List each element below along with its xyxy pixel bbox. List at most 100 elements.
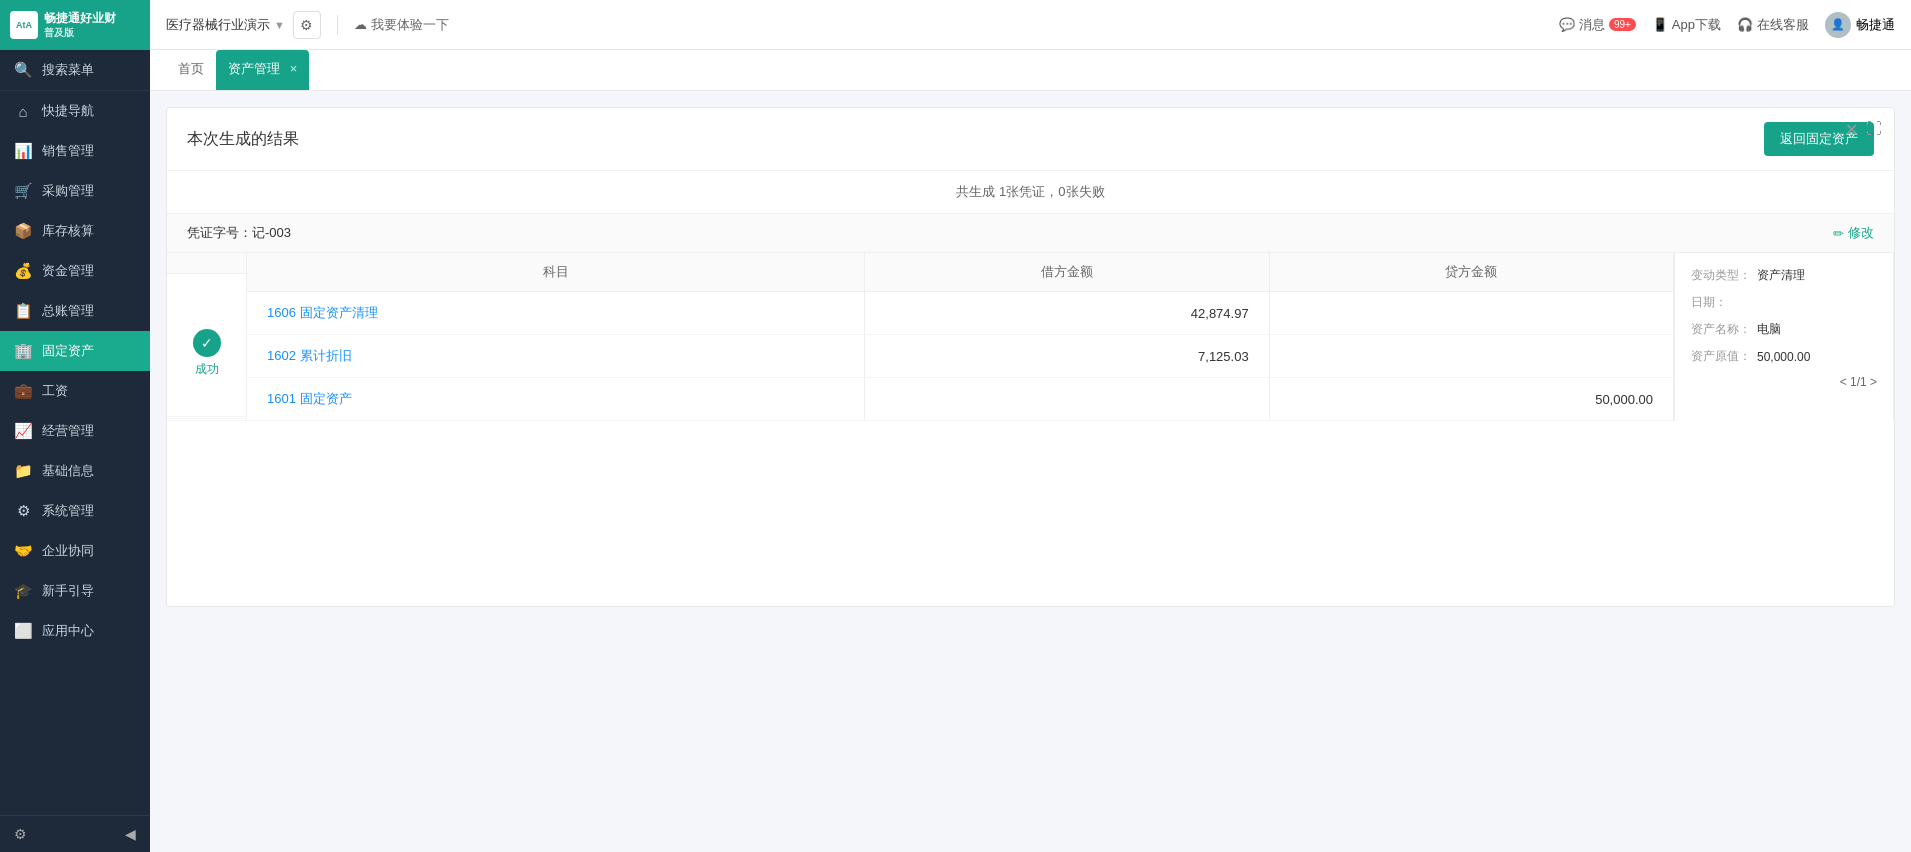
table-row: 1602 累计折旧 7,125.03	[247, 335, 1674, 378]
row3-credit: 50,000.00	[1269, 378, 1673, 421]
panel-controls: ✕ ⛶	[1845, 120, 1882, 139]
sidebar-item-label: 固定资产	[42, 342, 94, 360]
sidebar-item-purchase[interactable]: 🛒 采购管理	[0, 171, 150, 211]
sidebar-item-label: 销售管理	[42, 142, 94, 160]
ledger-icon: 📋	[14, 302, 32, 320]
edit-button[interactable]: ✏ 修改	[1833, 224, 1874, 242]
sidebar-item-inventory[interactable]: 📦 库存核算	[0, 211, 150, 251]
sidebar-item-search[interactable]: 🔍 搜索菜单	[0, 50, 150, 91]
row2-subject: 1602 累计折旧	[247, 335, 865, 378]
col-debit: 借方金额	[865, 253, 1269, 292]
table-header-row: 科目 借方金额 贷方金额	[247, 253, 1674, 292]
purchase-icon: 🛒	[14, 182, 32, 200]
table-row: 1601 固定资产 50,000.00	[247, 378, 1674, 421]
sidebar-item-quicknav[interactable]: ⌂ 快捷导航	[0, 91, 150, 131]
sidebar-item-label: 工资	[42, 382, 68, 400]
company-selector[interactable]: 医疗器械行业演示 ▼	[166, 16, 285, 34]
sidebar-item-fixed-assets[interactable]: 🏢 固定资产	[0, 331, 150, 371]
app-download-button[interactable]: 📱 App下载	[1652, 16, 1721, 34]
status-empty-2	[167, 419, 247, 421]
message-badge: 99+	[1609, 18, 1636, 31]
tab-home[interactable]: 首页	[166, 50, 216, 90]
sidebar-item-operations[interactable]: 📈 经营管理	[0, 411, 150, 451]
row1-debit: 42,874.97	[865, 292, 1269, 335]
basic-info-icon: 📁	[14, 462, 32, 480]
voucher-block: 凭证字号：记-003 ✏ 修改	[167, 214, 1894, 421]
sidebar-item-guide[interactable]: 🎓 新手引导	[0, 571, 150, 611]
sidebar-item-basic-info[interactable]: 📁 基础信息	[0, 451, 150, 491]
collapse-icon[interactable]: ◀	[125, 826, 136, 842]
sidebar-item-system[interactable]: ⚙ 系统管理	[0, 491, 150, 531]
row2-debit: 7,125.03	[865, 335, 1269, 378]
close-panel-icon[interactable]: ✕	[1845, 120, 1858, 139]
search-icon: 🔍	[14, 61, 32, 79]
app-edition: 普及版	[44, 26, 116, 39]
change-type-label: 变动类型：	[1691, 267, 1751, 284]
row3-subject: 1601 固定资产	[247, 378, 865, 421]
side-info-panel: 变动类型： 资产清理 日期： 资产名称： 电脑 资产原值：	[1674, 253, 1894, 421]
message-icon: 💬	[1559, 17, 1575, 32]
tab-asset-management[interactable]: 资产管理 ×	[216, 50, 309, 90]
sidebar-item-salary[interactable]: 💼 工资	[0, 371, 150, 411]
sidebar-item-label: 系统管理	[42, 502, 94, 520]
tab-asset-label: 资产管理	[228, 61, 280, 76]
result-panel: ✕ ⛶ 本次生成的结果 返回固定资产 共生成 1张凭证，0张失败 凭证字号：记-…	[166, 107, 1895, 607]
download-icon: 📱	[1652, 17, 1668, 32]
sidebar-item-sales[interactable]: 📊 销售管理	[0, 131, 150, 171]
customer-service-label: 在线客服	[1757, 16, 1809, 34]
row1-subject: 1606 固定资产清理	[247, 292, 865, 335]
settings-button[interactable]: ⚙	[293, 11, 321, 39]
customer-service-button[interactable]: 🎧 在线客服	[1737, 16, 1809, 34]
sidebar-item-label: 应用中心	[42, 622, 94, 640]
status-col-header	[167, 253, 247, 274]
sidebar-item-label: 经营管理	[42, 422, 94, 440]
user-menu[interactable]: 👤 畅捷通	[1825, 12, 1895, 38]
tab-close-icon[interactable]: ×	[290, 61, 298, 76]
col-credit: 贷方金额	[1269, 253, 1673, 292]
original-value-value: 50,000.00	[1757, 350, 1810, 364]
guide-icon: 🎓	[14, 582, 32, 600]
row1-credit	[1269, 292, 1673, 335]
sidebar-item-label: 新手引导	[42, 582, 94, 600]
main-area: 医疗器械行业演示 ▼ ⚙ ☁ 我要体验一下 💬 消息 99+ 📱 App下载 🎧…	[150, 0, 1911, 852]
avatar-icon: 👤	[1831, 18, 1845, 31]
settings-icon[interactable]: ⚙	[14, 826, 27, 842]
change-type-value: 资产清理	[1757, 267, 1805, 284]
fund-icon: 💰	[14, 262, 32, 280]
topbar-right: 💬 消息 99+ 📱 App下载 🎧 在线客服 👤 畅捷通	[1559, 12, 1895, 38]
edit-label: 修改	[1848, 224, 1874, 242]
asset-name-label: 资产名称：	[1691, 321, 1751, 338]
logo-abbr: AtA	[16, 20, 32, 30]
pagination[interactable]: < 1/1 >	[1691, 375, 1877, 389]
app-download-label: App下载	[1672, 16, 1721, 34]
pagination-text[interactable]: < 1/1 >	[1840, 375, 1877, 389]
topbar-divider	[337, 15, 338, 35]
sidebar-item-enterprise[interactable]: 🤝 企业协同	[0, 531, 150, 571]
sidebar-item-ledger[interactable]: 📋 总账管理	[0, 291, 150, 331]
experience-button[interactable]: ☁ 我要体验一下	[354, 16, 449, 34]
sales-icon: 📊	[14, 142, 32, 160]
tab-bar: 首页 资产管理 ×	[150, 50, 1911, 91]
home-icon: ⌂	[14, 103, 32, 120]
row2-credit	[1269, 335, 1673, 378]
sidebar: AtA 畅捷通好业财 普及版 🔍 搜索菜单 ⌂ 快捷导航 📊 销售管理 🛒 采购…	[0, 0, 150, 852]
company-name: 医疗器械行业演示	[166, 16, 270, 34]
col-subject: 科目	[247, 253, 865, 292]
tab-home-label: 首页	[178, 61, 204, 76]
change-type-row: 变动类型： 资产清理	[1691, 267, 1877, 284]
message-button[interactable]: 💬 消息 99+	[1559, 16, 1636, 34]
inventory-icon: 📦	[14, 222, 32, 240]
sidebar-search-label: 搜索菜单	[42, 61, 94, 79]
sidebar-item-fund[interactable]: 💰 资金管理	[0, 251, 150, 291]
sidebar-item-app-center[interactable]: ⬜ 应用中心	[0, 611, 150, 651]
asset-name-row: 资产名称： 电脑	[1691, 321, 1877, 338]
date-row: 日期：	[1691, 294, 1877, 311]
experience-label: 我要体验一下	[371, 16, 449, 34]
success-label: 成功	[195, 361, 219, 378]
gear-icon: ⚙	[300, 17, 313, 33]
app-center-icon: ⬜	[14, 622, 32, 640]
logo-text: 畅捷通好业财 普及版	[44, 11, 116, 40]
expand-panel-icon[interactable]: ⛶	[1866, 120, 1882, 139]
fixed-assets-icon: 🏢	[14, 342, 32, 360]
result-summary: 共生成 1张凭证，0张失败	[167, 170, 1894, 214]
